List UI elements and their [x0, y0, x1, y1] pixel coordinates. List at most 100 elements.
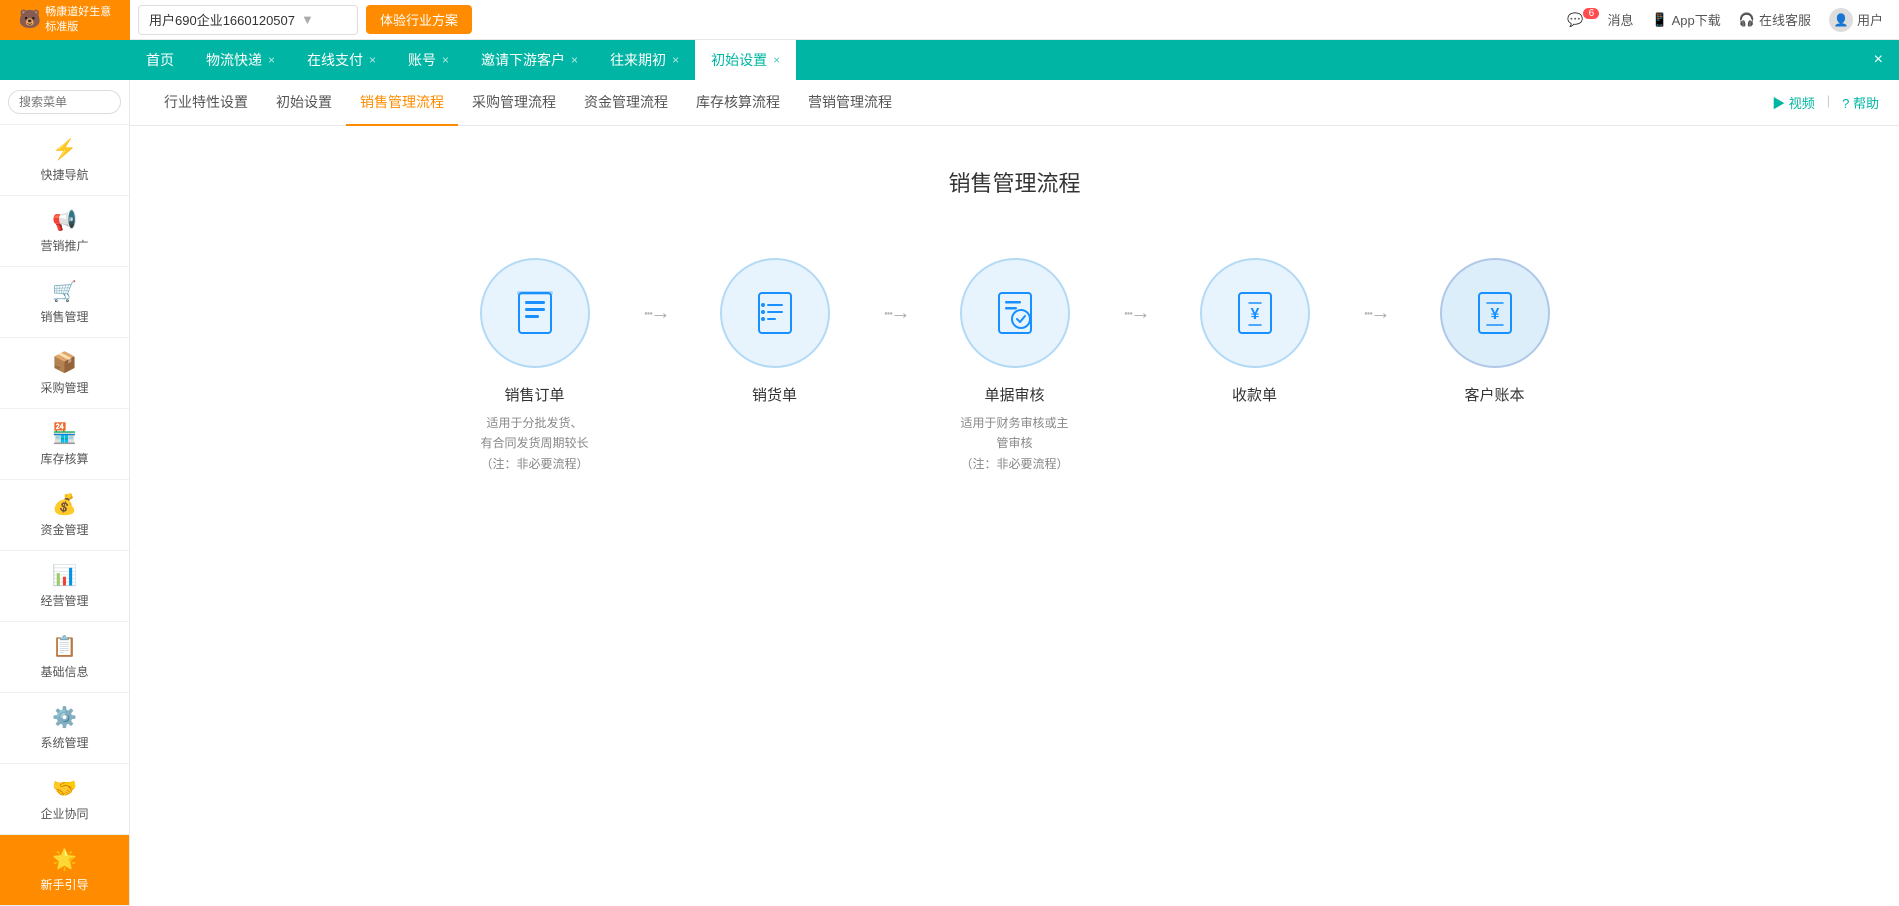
user-avatar-item[interactable]: 👤 用户 — [1829, 8, 1883, 32]
sidebar-item-label: 资金管理 — [40, 521, 88, 538]
top-bar-left: 🐻 畅康道好生意 标准版 用户690企业1660120507 ▼ 体验行业方案 — [0, 0, 472, 40]
flow-arrow-2: ···→ — [865, 258, 925, 325]
nav-tab-account[interactable]: 账号 × — [392, 40, 465, 80]
sub-tab-purchase-flow[interactable]: 采购管理流程 — [458, 80, 570, 126]
help-icon: ? — [1842, 96, 1849, 111]
sub-tab-sales-flow[interactable]: 销售管理流程 — [346, 80, 458, 126]
search-input[interactable] — [8, 90, 121, 114]
sidebar-item-label: 营销推广 — [40, 237, 88, 254]
sidebar-item-newguide[interactable]: 🌟 新手引导 — [0, 835, 129, 906]
main-layout: ⚡ 快捷导航 📢 营销推广 🛒 销售管理 📦 采购管理 🏪 库存核算 💰 资金管… — [0, 80, 1899, 906]
flow-arrow-4: ···→ — [1345, 258, 1405, 325]
sidebar-item-label: 销售管理 — [40, 308, 88, 325]
sidebar-item-system[interactable]: ⚙️ 系统管理 — [0, 693, 129, 764]
flow-node-delivery: 销货单 — [685, 258, 865, 413]
sidebar-item-purchase[interactable]: 📦 采购管理 — [0, 338, 129, 409]
sidebar-item-inventory[interactable]: 🏪 库存核算 — [0, 409, 129, 480]
sidebar-item-label: 系统管理 — [40, 734, 88, 751]
flow-node-ledger: ¥ 客户账本 — [1405, 258, 1585, 413]
close-icon[interactable]: × — [571, 53, 578, 67]
sub-tab-industry[interactable]: 行业特性设置 — [150, 80, 262, 126]
basicinfo-icon: 📋 — [52, 634, 77, 659]
inventory-icon: 🏪 — [52, 421, 77, 446]
quicknav-icon: ⚡ — [52, 137, 77, 162]
sidebar-item-sales[interactable]: 🛒 销售管理 — [0, 267, 129, 338]
chevron-down-icon: ▼ — [301, 12, 314, 27]
flow-arrow-3: ···→ — [1105, 258, 1165, 325]
sub-tab-finance-flow[interactable]: 资金管理流程 — [570, 80, 682, 126]
online-service-item[interactable]: 🎧 在线客服 — [1739, 10, 1811, 29]
finance-icon: 💰 — [52, 492, 77, 517]
flow-circle-delivery — [720, 258, 830, 368]
close-icon[interactable]: × — [442, 53, 449, 67]
sidebar-item-label: 基础信息 — [40, 663, 88, 680]
user-name-label: 用户 — [1857, 10, 1883, 29]
sub-tabs-right: ▶ 视频 | ? 帮助 — [1772, 93, 1879, 112]
message-icon: 💬 — [1567, 12, 1583, 28]
message-badge: 6 — [1583, 8, 1599, 19]
close-icon[interactable]: × — [773, 53, 780, 67]
sidebar-item-label: 企业协同 — [40, 805, 88, 822]
content-area: 行业特性设置 初始设置 销售管理流程 采购管理流程 资金管理流程 库存核算流程 … — [130, 80, 1899, 906]
sidebar-item-quicknav[interactable]: ⚡ 快捷导航 — [0, 125, 129, 196]
play-icon: ▶ — [1772, 96, 1785, 111]
operations-icon: 📊 — [52, 563, 77, 588]
sub-tabs: 行业特性设置 初始设置 销售管理流程 采购管理流程 资金管理流程 库存核算流程 … — [130, 80, 1899, 126]
app-label: App下载 — [1672, 10, 1721, 29]
sidebar-item-marketing[interactable]: 📢 营销推广 — [0, 196, 129, 267]
flow-circle-audit — [960, 258, 1070, 368]
message-icon-item[interactable]: 💬 6 消息 — [1567, 10, 1633, 29]
flow-label-delivery: 销货单 — [752, 384, 797, 405]
svg-text:¥: ¥ — [1250, 306, 1259, 323]
flow-node-sales-order: 销售订单 适用于分批发货、有合同发货周期较长（注：非必要流程） — [445, 258, 625, 474]
trial-button[interactable]: 体验行业方案 — [366, 5, 472, 34]
user-selector[interactable]: 用户690企业1660120507 ▼ — [138, 5, 358, 35]
sub-tab-inventory-flow[interactable]: 库存核算流程 — [682, 80, 794, 126]
phone-icon: 📱 — [1651, 12, 1667, 28]
close-icon[interactable]: × — [268, 53, 275, 67]
flow-title: 销售管理流程 — [190, 166, 1839, 198]
sub-tab-initial[interactable]: 初始设置 — [262, 80, 346, 126]
collab-icon: 🤝 — [52, 776, 77, 801]
nav-tab-invite[interactable]: 邀请下游客户 × — [465, 40, 594, 80]
app-download-item[interactable]: 📱 App下载 — [1651, 10, 1720, 29]
sidebar-search-area — [0, 80, 129, 125]
flow-label-receipt: 收款单 — [1232, 384, 1277, 405]
sidebar-item-finance[interactable]: 💰 资金管理 — [0, 480, 129, 551]
nav-tab-home[interactable]: 首页 — [130, 40, 190, 80]
flow-label-ledger: 客户账本 — [1464, 384, 1524, 405]
top-bar-right: 💬 6 消息 📱 App下载 🎧 在线客服 👤 用户 — [1567, 8, 1883, 32]
sub-tab-marketing-flow[interactable]: 营销管理流程 — [794, 80, 906, 126]
flow-circle-sales-order — [480, 258, 590, 368]
flow-node-receipt: ¥ 收款单 — [1165, 258, 1345, 413]
nav-tab-initial-setup[interactable]: 初始设置 × — [695, 40, 796, 80]
flow-circle-ledger: ¥ — [1440, 258, 1550, 368]
sidebar-item-operations[interactable]: 📊 经营管理 — [0, 551, 129, 622]
purchase-icon: 📦 — [52, 350, 77, 375]
newguide-icon: 🌟 — [52, 847, 77, 872]
nav-tab-payment[interactable]: 在线支付 × — [291, 40, 392, 80]
headset-icon: 🎧 — [1739, 12, 1755, 28]
sidebar: ⚡ 快捷导航 📢 营销推广 🛒 销售管理 📦 采购管理 🏪 库存核算 💰 资金管… — [0, 80, 130, 906]
marketing-icon: 📢 — [52, 208, 77, 233]
sidebar-item-label: 快捷导航 — [40, 166, 88, 183]
nav-tab-period[interactable]: 往来期初 × — [594, 40, 695, 80]
flow-arrow-1: ···→ — [625, 258, 685, 325]
flow-circle-receipt: ¥ — [1200, 258, 1310, 368]
avatar: 👤 — [1829, 8, 1853, 32]
sidebar-item-basic-info[interactable]: 📋 基础信息 — [0, 622, 129, 693]
video-link[interactable]: ▶ 视频 — [1772, 93, 1815, 112]
sidebar-item-label: 采购管理 — [40, 379, 88, 396]
nav-tab-logistics[interactable]: 物流快递 × — [190, 40, 291, 80]
flow-section: 销售管理流程 销售订单 适用于分批发货、有合同发货周期较长（注 — [130, 126, 1899, 514]
flow-node-audit: 单据审核 适用于财务审核或主管审核（注：非必要流程） — [925, 258, 1105, 474]
logo[interactable]: 🐻 畅康道好生意 标准版 — [0, 0, 130, 40]
flow-desc-sales-order: 适用于分批发货、有合同发货周期较长（注：非必要流程） — [480, 413, 588, 474]
help-link[interactable]: ? 帮助 — [1842, 93, 1879, 112]
close-all-tabs[interactable]: × — [1858, 51, 1899, 69]
close-icon[interactable]: × — [672, 53, 679, 67]
system-icon: ⚙️ — [52, 705, 77, 730]
close-icon[interactable]: × — [369, 53, 376, 67]
flow-label-audit: 单据审核 — [984, 384, 1044, 405]
sidebar-item-collab[interactable]: 🤝 企业协同 — [0, 764, 129, 835]
